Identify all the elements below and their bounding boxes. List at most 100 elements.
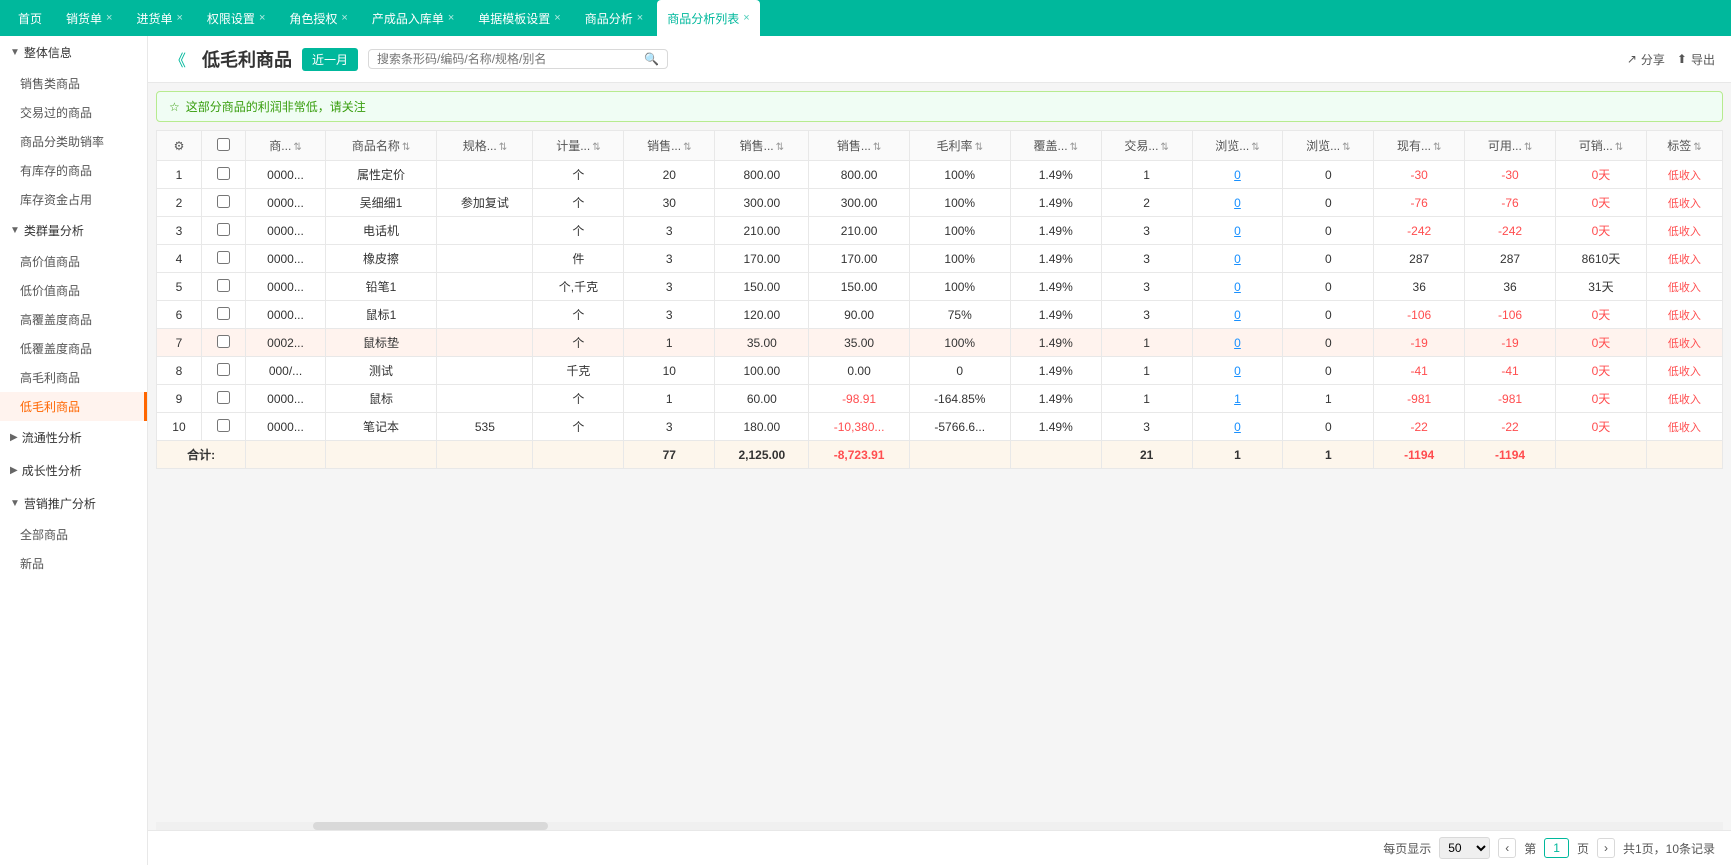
row-browse1[interactable]: 0 <box>1192 329 1283 357</box>
th-coverage[interactable]: 覆盖...⇅ <box>1010 131 1101 161</box>
nav-product-analysis[interactable]: 商品分析 × <box>575 0 653 36</box>
nav-product-entry[interactable]: 产成品入库单 × <box>362 0 464 36</box>
per-page-select[interactable]: 50 100 200 <box>1439 837 1490 859</box>
search-input[interactable] <box>377 52 644 66</box>
row-checkbox[interactable] <box>201 329 245 357</box>
row-browse1[interactable]: 0 <box>1192 189 1283 217</box>
nav-product-analysis-list[interactable]: 商品分析列表 × <box>657 0 759 36</box>
nav-sales[interactable]: 销货单 × <box>56 0 122 36</box>
sidebar-item-low-margin[interactable]: 低毛利商品 <box>0 392 147 421</box>
sidebar-group-marketing[interactable]: ▼ 营销推广分析 <box>0 487 147 520</box>
share-button[interactable]: ↗ 分享 <box>1627 51 1665 68</box>
close-icon[interactable]: × <box>743 12 749 24</box>
th-sales2[interactable]: 销售...⇅ <box>715 131 809 161</box>
row-select-checkbox[interactable] <box>217 335 230 348</box>
th-saleable[interactable]: 可销...⇅ <box>1555 131 1646 161</box>
row-select-checkbox[interactable] <box>217 307 230 320</box>
th-code[interactable]: 商...⇅ <box>246 131 325 161</box>
sidebar-item-low-value[interactable]: 低价值商品 <box>0 276 147 305</box>
nav-purchase[interactable]: 进货单 × <box>126 0 192 36</box>
sidebar-group-growth[interactable]: ▶ 成长性分析 <box>0 454 147 487</box>
row-browse1[interactable]: 0 <box>1192 301 1283 329</box>
row-select-checkbox[interactable] <box>217 279 230 292</box>
sidebar-item-high-coverage[interactable]: 高覆盖度商品 <box>0 305 147 334</box>
search-icon[interactable]: 🔍 <box>644 52 659 66</box>
close-icon[interactable]: × <box>106 12 112 24</box>
th-tag[interactable]: 标签⇅ <box>1646 131 1722 161</box>
sidebar-item-capital[interactable]: 库存资金占用 <box>0 185 147 214</box>
close-icon[interactable]: × <box>637 12 643 24</box>
sidebar-item-high-value[interactable]: 高价值商品 <box>0 247 147 276</box>
row-select-checkbox[interactable] <box>217 363 230 376</box>
close-icon[interactable]: × <box>341 12 347 24</box>
scrollbar-thumb[interactable] <box>313 822 548 830</box>
row-sales2: 300.00 <box>715 189 809 217</box>
th-unit[interactable]: 计量...⇅ <box>533 131 624 161</box>
close-icon[interactable]: × <box>554 12 560 24</box>
row-browse1[interactable]: 0 <box>1192 217 1283 245</box>
row-select-checkbox[interactable] <box>217 419 230 432</box>
th-browse2[interactable]: 浏览...⇅ <box>1283 131 1374 161</box>
nav-template[interactable]: 单据模板设置 × <box>468 0 570 36</box>
th-sales1[interactable]: 销售...⇅ <box>624 131 715 161</box>
select-all-checkbox[interactable] <box>217 138 230 151</box>
row-browse1[interactable]: 0 <box>1192 413 1283 441</box>
sidebar-item-low-coverage[interactable]: 低覆盖度商品 <box>0 334 147 363</box>
sidebar-group-flow[interactable]: ▶ 流通性分析 <box>0 421 147 454</box>
row-browse1[interactable]: 0 <box>1192 161 1283 189</box>
sidebar-item-sales-products[interactable]: 销售类商品 <box>0 69 147 98</box>
close-icon[interactable]: × <box>448 12 454 24</box>
row-select-checkbox[interactable] <box>217 391 230 404</box>
th-browse1[interactable]: 浏览...⇅ <box>1192 131 1283 161</box>
row-select-checkbox[interactable] <box>217 251 230 264</box>
nav-roles[interactable]: 角色授权 × <box>279 0 357 36</box>
th-spec[interactable]: 规格...⇅ <box>437 131 533 161</box>
row-browse1[interactable]: 0 <box>1192 245 1283 273</box>
row-browse1[interactable]: 0 <box>1192 357 1283 385</box>
row-checkbox[interactable] <box>201 245 245 273</box>
row-select-checkbox[interactable] <box>217 167 230 180</box>
th-checkbox[interactable] <box>201 131 245 161</box>
sidebar-group-overall[interactable]: ▼ 整体信息 <box>0 36 147 69</box>
th-trade[interactable]: 交易...⇅ <box>1101 131 1192 161</box>
row-checkbox[interactable] <box>201 413 245 441</box>
row-checkbox[interactable] <box>201 273 245 301</box>
sidebar-item-traded-products[interactable]: 交易过的商品 <box>0 98 147 127</box>
nav-home[interactable]: 首页 <box>8 0 52 36</box>
th-gross[interactable]: 毛利率⇅ <box>909 131 1010 161</box>
collapse-sidebar-button[interactable]: 《 <box>164 47 192 71</box>
th-current[interactable]: 现有...⇅ <box>1374 131 1465 161</box>
row-checkbox[interactable] <box>201 385 245 413</box>
th-sales3[interactable]: 销售...⇅ <box>809 131 909 161</box>
sidebar-item-new-products[interactable]: 新品 <box>0 549 147 578</box>
row-unit: 个 <box>533 413 624 441</box>
row-select-checkbox[interactable] <box>217 195 230 208</box>
row-browse1[interactable]: 0 <box>1192 273 1283 301</box>
th-settings[interactable]: ⚙ <box>157 131 202 161</box>
sidebar-item-inventory[interactable]: 有库存的商品 <box>0 156 147 185</box>
th-name[interactable]: 商品名称⇅ <box>325 131 437 161</box>
row-spec <box>437 161 533 189</box>
date-filter-button[interactable]: 近一月 <box>302 48 358 71</box>
row-browse1[interactable]: 1 <box>1192 385 1283 413</box>
table-row: 5 0000... 铅笔1 个,千克 3 150.00 150.00 100% … <box>157 273 1723 301</box>
th-available[interactable]: 可用...⇅ <box>1465 131 1556 161</box>
nav-permissions[interactable]: 权限设置 × <box>197 0 275 36</box>
row-checkbox[interactable] <box>201 217 245 245</box>
row-checkbox[interactable] <box>201 189 245 217</box>
export-button[interactable]: ⬆ 导出 <box>1677 51 1715 68</box>
row-checkbox[interactable] <box>201 301 245 329</box>
horizontal-scrollbar[interactable] <box>156 822 1723 830</box>
close-icon[interactable]: × <box>176 12 182 24</box>
sidebar-item-high-margin[interactable]: 高毛利商品 <box>0 363 147 392</box>
row-spec: 535 <box>437 413 533 441</box>
sidebar-item-category-rate[interactable]: 商品分类助销率 <box>0 127 147 156</box>
sidebar-group-cluster[interactable]: ▼ 类群量分析 <box>0 214 147 247</box>
row-checkbox[interactable] <box>201 161 245 189</box>
close-icon[interactable]: × <box>259 12 265 24</box>
row-checkbox[interactable] <box>201 357 245 385</box>
sidebar-item-all-products[interactable]: 全部商品 <box>0 520 147 549</box>
prev-page-button[interactable]: ‹ <box>1498 838 1516 858</box>
next-page-button[interactable]: › <box>1597 838 1615 858</box>
row-select-checkbox[interactable] <box>217 223 230 236</box>
